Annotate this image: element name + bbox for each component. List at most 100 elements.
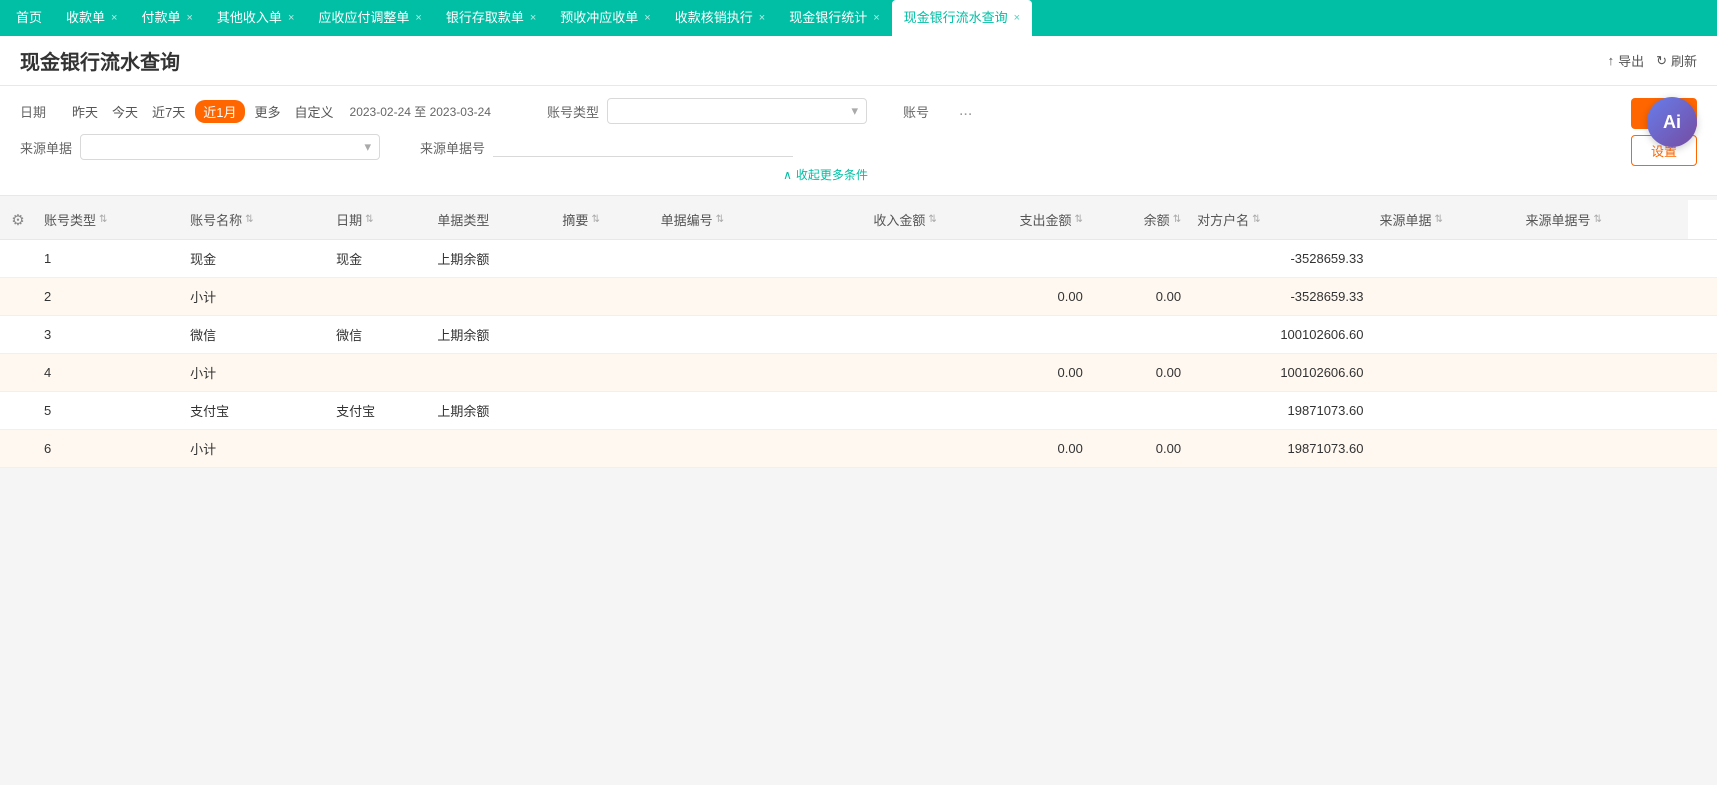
nav-tab-8[interactable]: 现金银行流水查询 ×	[892, 0, 1032, 36]
th-expense[interactable]: 支出金额 ⇅	[945, 200, 1091, 240]
nav-tab-4[interactable]: 银行存取款单 ×	[434, 0, 548, 36]
close-icon[interactable]: ×	[1014, 0, 1020, 36]
table-row[interactable]: 2小计0.000.00-3528659.33	[0, 278, 1717, 316]
th-doc-type[interactable]: 单据类型	[429, 200, 554, 240]
date-btn-more[interactable]: 更多	[251, 100, 285, 123]
td-source-doc-no	[1688, 392, 1717, 430]
nav-home[interactable]: 首页	[4, 0, 54, 36]
th-source-doc-no[interactable]: 来源单据号 ⇅	[1518, 200, 1688, 240]
th-summary[interactable]: 摘要 ⇅	[554, 200, 652, 240]
close-icon[interactable]: ×	[759, 0, 765, 36]
td-doc-type	[554, 392, 652, 430]
export-button[interactable]: ↑ 导出	[1608, 51, 1645, 70]
table-row[interactable]: 5支付宝支付宝上期余额19871073.60	[0, 392, 1717, 430]
nav-tab-2[interactable]: 其他收入单 ×	[205, 0, 306, 36]
th-balance[interactable]: 余额 ⇅	[1091, 200, 1189, 240]
th-doc-no[interactable]: 单据编号 ⇅	[653, 200, 799, 240]
close-icon[interactable]: ×	[111, 0, 117, 36]
table-row[interactable]: 6小计0.000.0019871073.60	[0, 430, 1717, 468]
td-source-doc	[1518, 354, 1688, 392]
td-account-type: 小计	[182, 278, 328, 316]
td-source-doc	[1518, 240, 1688, 278]
td-gear	[0, 278, 36, 316]
td-gear	[0, 354, 36, 392]
td-gear	[0, 316, 36, 354]
th-source-doc[interactable]: 来源单据 ⇅	[1371, 200, 1517, 240]
td-summary	[653, 240, 799, 278]
refresh-button[interactable]: ↻ 刷新	[1656, 51, 1697, 70]
ai-badge[interactable]: Ai	[1647, 97, 1697, 147]
chevron-up-icon: ∧	[783, 168, 792, 182]
account-dots[interactable]: ...	[951, 102, 980, 120]
nav-tab-3[interactable]: 应收应付调整单 ×	[306, 0, 433, 36]
date-btn-custom[interactable]: 自定义	[291, 100, 338, 123]
nav-tab-0[interactable]: 收款单 ×	[54, 0, 129, 36]
close-icon[interactable]: ×	[644, 0, 650, 36]
export-icon: ↑	[1608, 53, 1615, 68]
table-row[interactable]: 1现金现金上期余额-3528659.33	[0, 240, 1717, 278]
td-source-doc-no	[1688, 240, 1717, 278]
filter-main: 日期 昨天 今天 近7天 近1月 更多 自定义 2023-02-24 至 202…	[20, 98, 1697, 183]
nav-tab-7[interactable]: 现金银行统计 ×	[777, 0, 891, 36]
td-source-doc	[1518, 316, 1688, 354]
th-gear[interactable]: ⚙	[0, 200, 36, 240]
th-date[interactable]: 日期 ⇅	[328, 200, 429, 240]
td-date: 上期余额	[429, 240, 554, 278]
close-icon[interactable]: ×	[415, 0, 421, 36]
td-summary	[653, 354, 799, 392]
sort-icon: ⇅	[1434, 214, 1442, 225]
close-icon[interactable]: ×	[288, 0, 294, 36]
table-row[interactable]: 3微信微信上期余额100102606.60	[0, 316, 1717, 354]
date-filter-group: 日期 昨天 今天 近7天 近1月 更多 自定义 2023-02-24 至 202…	[20, 100, 491, 123]
th-counterpart[interactable]: 对方户名 ⇅	[1189, 200, 1371, 240]
source-doc-no-input[interactable]	[493, 137, 793, 157]
td-seq: 3	[36, 316, 182, 354]
source-doc-label: 来源单据	[20, 138, 72, 157]
td-balance: 19871073.60	[1189, 430, 1371, 468]
date-btn-1month[interactable]: 近1月	[195, 100, 244, 123]
td-source-doc-no	[1688, 316, 1717, 354]
collapse-bar[interactable]: ∧ 收起更多条件	[20, 160, 1631, 183]
td-income: 0.00	[945, 354, 1091, 392]
close-icon[interactable]: ×	[186, 0, 192, 36]
filter-row-1: 日期 昨天 今天 近7天 近1月 更多 自定义 2023-02-24 至 202…	[20, 98, 1631, 124]
gear-icon[interactable]: ⚙	[11, 212, 24, 229]
table-row[interactable]: 4小计0.000.00100102606.60	[0, 354, 1717, 392]
td-gear	[0, 240, 36, 278]
th-account-name[interactable]: 账号名称 ⇅	[182, 200, 328, 240]
nav-tab-5[interactable]: 预收冲应收单 ×	[548, 0, 662, 36]
source-doc-select[interactable]: ▾	[80, 134, 380, 160]
th-account-type[interactable]: 账号类型 ⇅	[36, 200, 182, 240]
td-doc-no	[799, 354, 945, 392]
td-counterpart	[1371, 430, 1517, 468]
td-balance: 100102606.60	[1189, 354, 1371, 392]
td-doc-no	[799, 240, 945, 278]
td-date	[429, 430, 554, 468]
close-icon[interactable]: ×	[873, 0, 879, 36]
table-container: ⚙ 账号类型 ⇅ 账号名称 ⇅ 日期	[0, 200, 1717, 468]
nav-tab-1[interactable]: 付款单 ×	[129, 0, 204, 36]
td-balance: -3528659.33	[1189, 278, 1371, 316]
td-gear	[0, 430, 36, 468]
td-balance: 100102606.60	[1189, 316, 1371, 354]
td-summary	[653, 316, 799, 354]
sort-icon: ⇅	[245, 214, 253, 225]
date-btn-yesterday[interactable]: 昨天	[68, 100, 102, 123]
td-seq: 2	[36, 278, 182, 316]
td-summary	[653, 278, 799, 316]
account-type-select[interactable]: ▾	[607, 98, 867, 124]
date-shortcuts: 昨天 今天 近7天 近1月 更多 自定义	[68, 100, 338, 123]
td-summary	[653, 430, 799, 468]
td-doc-type	[554, 278, 652, 316]
filter-area: 日期 昨天 今天 近7天 近1月 更多 自定义 2023-02-24 至 202…	[0, 86, 1717, 196]
account-type-group: 账号类型 ▾	[547, 98, 867, 124]
td-expense: 0.00	[1091, 278, 1189, 316]
td-date	[429, 278, 554, 316]
th-income[interactable]: 收入金额 ⇅	[799, 200, 945, 240]
date-btn-today[interactable]: 今天	[108, 100, 142, 123]
nav-tab-6[interactable]: 收款核销执行 ×	[663, 0, 777, 36]
td-expense	[1091, 316, 1189, 354]
close-icon[interactable]: ×	[530, 0, 536, 36]
date-btn-7days[interactable]: 近7天	[148, 100, 189, 123]
refresh-icon: ↻	[1656, 53, 1667, 69]
